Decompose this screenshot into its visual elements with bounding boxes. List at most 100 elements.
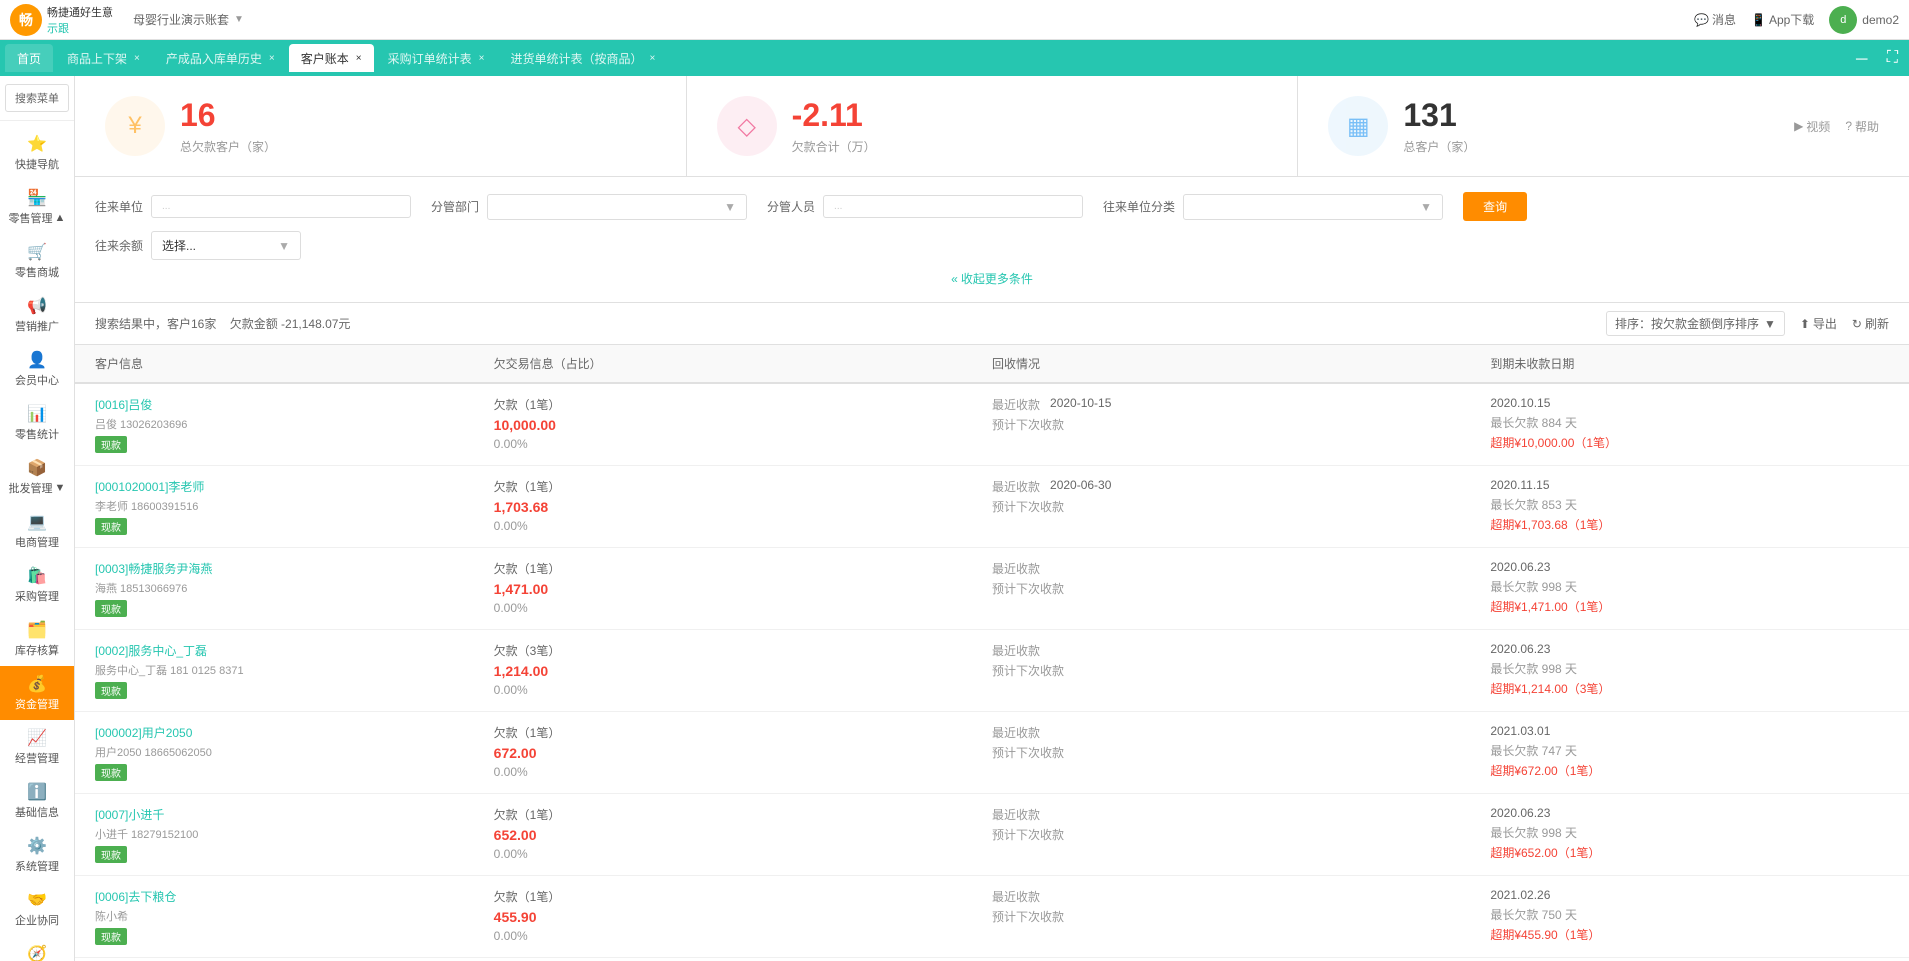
customer-name-0[interactable]: [0016]吕俊 <box>95 396 494 413</box>
tab-product-shelf[interactable]: 商品上下架 × <box>55 44 152 72</box>
video-btn[interactable]: ▶ 视频 <box>1794 118 1830 135</box>
balance-select[interactable]: 选择... ▼ <box>151 231 301 260</box>
export-btn[interactable]: ⬆ 导出 <box>1800 315 1837 332</box>
sidebar-item-member-center[interactable]: 👤 会员中心 <box>0 342 74 396</box>
from-unit-input[interactable]: ... <box>151 195 411 218</box>
company-name: 母婴行业演示账套 <box>133 11 229 28</box>
sidebar-item-marketing[interactable]: 📢 营销推广 <box>0 288 74 342</box>
customer-info-3: [0002]服务中心_丁磊 服务中心_丁磊 181 0125 8371 现款 <box>95 642 494 699</box>
overdue-info-6: 2021.02.26 最长欠款 750 天 超期¥455.90（1笔） <box>1490 888 1889 943</box>
total-customers-number: 131 <box>1403 97 1475 134</box>
customer-phone-3: 服务中心_丁磊 181 0125 8371 <box>95 662 494 678</box>
overdue-amount-1[interactable]: 超期¥1,703.68（1笔） <box>1490 516 1889 533</box>
debt-info-0: 欠款（1笔） 10,000.00 0.00% <box>494 396 992 451</box>
debt-percent-3: 0.00% <box>494 683 992 697</box>
data-table: 客户信息 欠交易信息（占比） 回收情况 到期未收款日期 [0016]吕俊 吕俊 … <box>75 345 1909 961</box>
filter-row-2: 往来余额 选择... ▼ <box>95 231 1889 260</box>
tab-production-history[interactable]: 产成品入库单历史 × <box>154 44 287 72</box>
debt-info-1: 欠款（1笔） 1,703.68 0.00% <box>494 478 992 533</box>
debt-customers-number: 16 <box>180 97 276 134</box>
message-btn[interactable]: 💬 消息 <box>1694 11 1736 28</box>
overdue-amount-3[interactable]: 超期¥1,214.00（3笔） <box>1490 680 1889 697</box>
tab-purchase-order[interactable]: 采购订单统计表 × <box>376 44 497 72</box>
debt-amount-1: 1,703.68 <box>494 499 992 515</box>
customer-name-3[interactable]: [0002]服务中心_丁磊 <box>95 642 494 659</box>
user-avatar[interactable]: d demo2 <box>1829 6 1899 34</box>
result-summary: 搜索结果中，客户16家 欠款金额 -21,148.07元 <box>95 315 350 332</box>
close-tab-purchase-order[interactable]: × <box>479 53 485 64</box>
overdue-amount-2[interactable]: 超期¥1,471.00（1笔） <box>1490 598 1889 615</box>
debt-percent-5: 0.00% <box>494 847 992 861</box>
total-debt-label: 欠款合计（万） <box>792 138 876 155</box>
collection-info-2: 最近收款 预计下次收款 <box>992 560 1490 597</box>
overdue-amount-6[interactable]: 超期¥455.90（1笔） <box>1490 926 1889 943</box>
debt-info-2: 欠款（1笔） 1,471.00 0.00% <box>494 560 992 615</box>
sidebar-item-basic-info[interactable]: ℹ️ 基础信息 <box>0 774 74 828</box>
total-debt-info: -2.11 欠款合计（万） <box>792 97 876 155</box>
sidebar-item-capital-mgmt[interactable]: 💰 资金管理 <box>0 666 74 720</box>
collection-info-6: 最近收款 预计下次收款 <box>992 888 1490 925</box>
refresh-btn[interactable]: ↻ 刷新 <box>1852 315 1889 332</box>
search-button[interactable]: 查询 <box>1463 192 1527 221</box>
sidebar-item-operations[interactable]: 📈 经营管理 <box>0 720 74 774</box>
tab-customer-account[interactable]: 客户账本 × <box>289 44 374 72</box>
sidebar-item-enterprise-collab[interactable]: 🤝 企业协同 <box>0 882 74 936</box>
collapse-btn[interactable]: « 收起更多条件 <box>95 270 1889 287</box>
customer-name-2[interactable]: [0003]畅捷服务尹海燕 <box>95 560 494 577</box>
sidebar-item-batch-mgmt[interactable]: 📦 批发管理 ▼ <box>0 450 74 504</box>
total-debt-icon: ◇ <box>717 96 777 156</box>
sidebar-item-newbie-guide[interactable]: 🧭 新手引导 <box>0 936 74 961</box>
tab-fullscreen-btn[interactable]: ⛶ <box>1881 47 1904 69</box>
sidebar-item-retail-mall[interactable]: 🛒 零售商城 <box>0 234 74 288</box>
close-tab-production-history[interactable]: × <box>269 53 275 64</box>
sidebar-item-system-mgmt[interactable]: ⚙️ 系统管理 <box>0 828 74 882</box>
tab-stock-summary[interactable]: 进货单统计表（按商品） × <box>498 44 667 72</box>
company-select-area[interactable]: 母婴行业演示账套 ▼ <box>133 11 244 28</box>
customer-name-6[interactable]: [0006]去下粮仓 <box>95 888 494 905</box>
overdue-amount-4[interactable]: 超期¥672.00（1笔） <box>1490 762 1889 779</box>
overdue-amount-5[interactable]: 超期¥652.00（1笔） <box>1490 844 1889 861</box>
unit-class-label: 往来单位分类 <box>1103 198 1175 215</box>
tab-home[interactable]: 首页 <box>5 44 53 72</box>
filter-area: 往来单位 ... 分管部门 ▼ 分管人员 <box>75 177 1909 303</box>
tab-collapse-btn[interactable]: － <box>1848 44 1876 72</box>
customer-name-1[interactable]: [0001020001]李老师 <box>95 478 494 495</box>
debt-amount-3: 1,214.00 <box>494 663 992 679</box>
sidebar-item-quick-nav[interactable]: ⭐ 快捷导航 <box>0 126 74 180</box>
total-debt-number: -2.11 <box>792 97 876 134</box>
sidebar-item-purchase-mgmt[interactable]: 🛍️ 采购管理 <box>0 558 74 612</box>
collection-info-3: 最近收款 预计下次收款 <box>992 642 1490 679</box>
help-btn[interactable]: ? 帮助 <box>1845 118 1879 135</box>
balance-arrow-icon: ▼ <box>278 239 290 253</box>
customer-name-5[interactable]: [0007]小进千 <box>95 806 494 823</box>
debt-amount-4: 672.00 <box>494 745 992 761</box>
collection-info-0: 最近收款 2020-10-15 预计下次收款 <box>992 396 1490 433</box>
sidebar-item-inventory[interactable]: 🗂️ 库存核算 <box>0 612 74 666</box>
dept-select[interactable]: ▼ <box>487 194 747 220</box>
sidebar-item-ecommerce[interactable]: 💻 电商管理 <box>0 504 74 558</box>
customer-info-6: [0006]去下粮仓 陈小希 现款 <box>95 888 494 945</box>
close-tab-customer-account[interactable]: × <box>356 53 362 64</box>
app-download-btn[interactable]: 📱 App下载 <box>1751 11 1814 28</box>
customer-tag-0: 现款 <box>95 436 127 453</box>
sidebar-search-btn[interactable]: 搜索菜单 <box>5 84 69 112</box>
customer-info-1: [0001020001]李老师 李老师 18600391516 现款 <box>95 478 494 535</box>
customer-info-4: [000002]用户2050 用户2050 18665062050 现款 <box>95 724 494 781</box>
debt-count-0: 欠款（1笔） <box>494 396 992 413</box>
customer-phone-4: 用户2050 18665062050 <box>95 744 494 760</box>
top-bar-right: 💬 消息 📱 App下载 d demo2 <box>1694 6 1899 34</box>
customer-info-0: [0016]吕俊 吕俊 13026203696 现款 <box>95 396 494 453</box>
overdue-amount-0[interactable]: 超期¥10,000.00（1笔） <box>1490 434 1889 451</box>
overdue-info-0: 2020.10.15 最长欠款 884 天 超期¥10,000.00（1笔） <box>1490 396 1889 451</box>
close-tab-product-shelf[interactable]: × <box>134 53 140 64</box>
total-customers-label: 总客户（家） <box>1403 138 1475 155</box>
customer-name-4[interactable]: [000002]用户2050 <box>95 724 494 741</box>
sort-select[interactable]: 排序：按欠款金额倒序排序 ▼ <box>1606 311 1785 336</box>
dept-arrow-icon: ▼ <box>724 200 736 214</box>
unit-class-select[interactable]: ▼ <box>1183 194 1443 220</box>
stat-card-total-customers: ▦ 131 总客户（家） ▶ 视频 ? 帮助 <box>1298 76 1909 176</box>
close-tab-stock-summary[interactable]: × <box>649 53 655 64</box>
sidebar-item-retail-mgmt[interactable]: 🏪 零售管理 ▲ <box>0 180 74 234</box>
sidebar-item-retail-stats[interactable]: 📊 零售统计 <box>0 396 74 450</box>
person-input[interactable]: ... <box>823 195 1083 218</box>
